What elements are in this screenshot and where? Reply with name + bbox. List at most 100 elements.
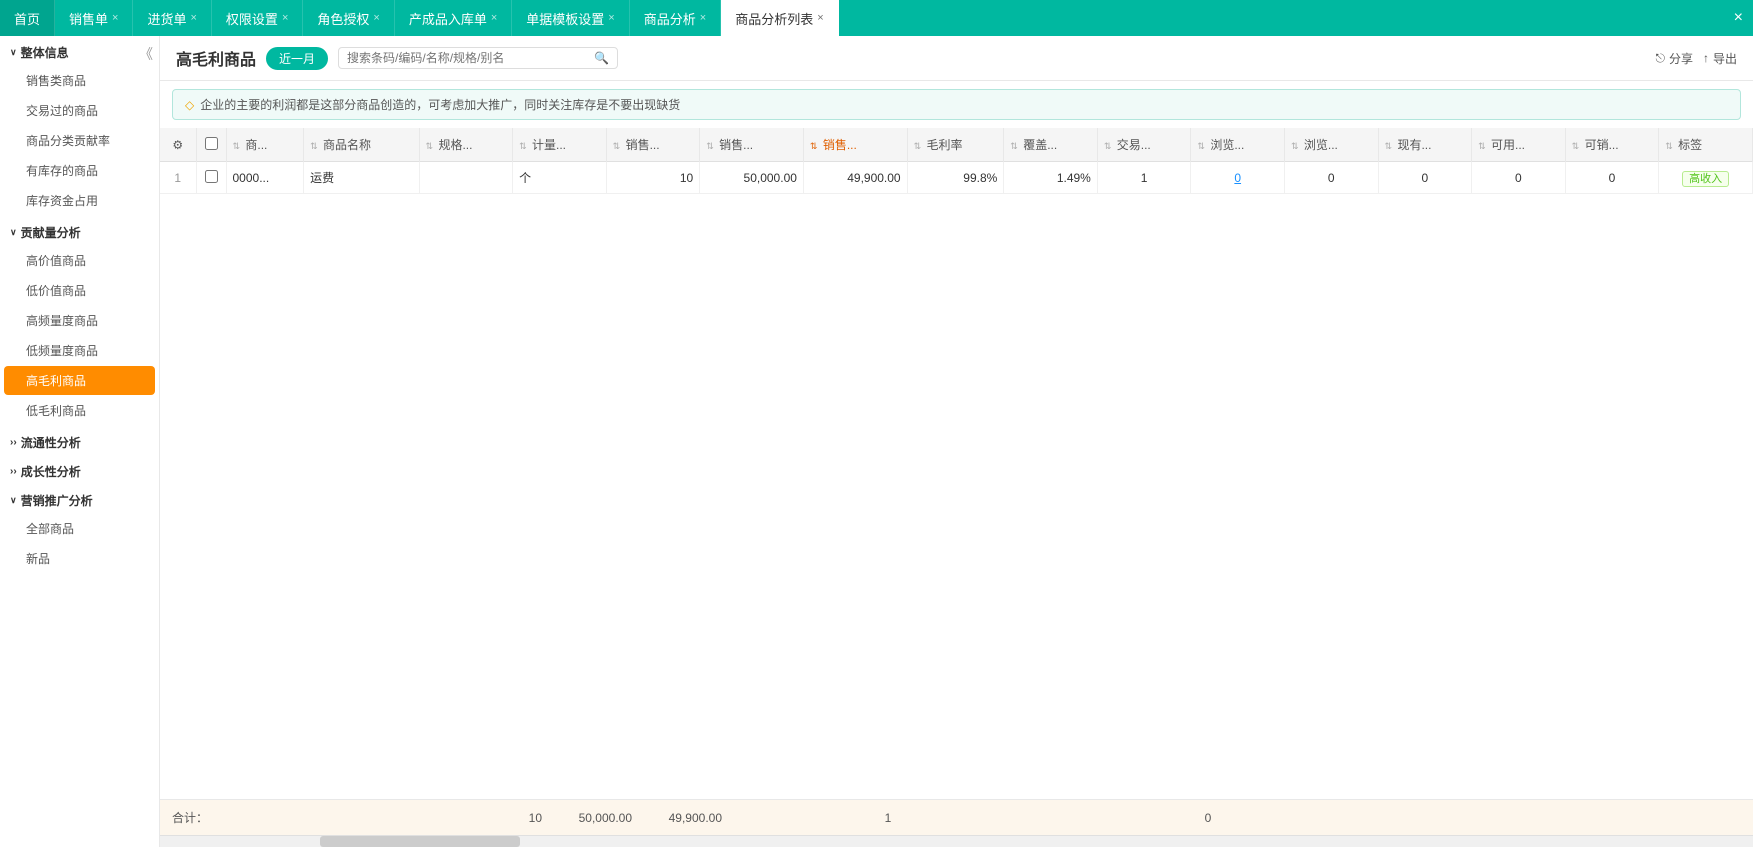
sort-icon-sales-amount: ⇅ <box>706 141 714 151</box>
search-input[interactable] <box>347 51 590 65</box>
nav-close-product-analysis-list[interactable]: × <box>817 12 823 24</box>
sort-icon-trade-count: ⇅ <box>1104 141 1112 151</box>
col-coverage[interactable]: ⇅ 覆盖... <box>1004 128 1098 162</box>
share-icon: ⎋ <box>1655 51 1665 66</box>
cell-checkbox[interactable] <box>196 162 226 194</box>
cell-salable: 0 <box>1565 162 1659 194</box>
export-icon: ↑ <box>1703 51 1709 65</box>
cell-usable: 0 <box>1472 162 1566 194</box>
share-button[interactable]: ⎋ 分享 <box>1655 50 1693 67</box>
sidebar-item-low-freq[interactable]: 低频量度商品 <box>4 336 155 365</box>
col-browse2[interactable]: ⇅ 浏览... <box>1284 128 1378 162</box>
sidebar-item-high-value[interactable]: 高价值商品 <box>4 246 155 275</box>
col-settings[interactable]: ⚙ <box>160 128 196 162</box>
nav-product-entry[interactable]: 产成品入库单 × <box>395 0 512 36</box>
sidebar-group-flow-analysis-label: 流通性分析 <box>21 434 81 451</box>
sidebar-group-flow-analysis[interactable]: › 流通性分析 <box>0 426 159 455</box>
cell-name: 运费 <box>304 162 419 194</box>
col-salable[interactable]: ⇅ 可销... <box>1565 128 1659 162</box>
sidebar-collapse-btn[interactable]: 《 <box>139 44 153 64</box>
footer-cell-salesqty <box>228 811 488 825</box>
col-spec[interactable]: ⇅ 规格... <box>419 128 513 162</box>
cell-unit: 个 <box>513 162 607 194</box>
footer-trade-count-val: 1 <box>848 811 928 825</box>
nav-close-role-permission[interactable]: × <box>373 12 379 24</box>
sidebar-group-overall-info[interactable]: 整体信息 <box>0 36 159 65</box>
nav-sales-order[interactable]: 销售单 × <box>55 0 133 36</box>
nav-close-sales-order[interactable]: × <box>112 12 118 24</box>
select-all-checkbox[interactable] <box>205 137 218 150</box>
cell-available: 0 <box>1378 162 1472 194</box>
cell-sales-amount: 50,000.00 <box>700 162 804 194</box>
col-trade-count[interactable]: ⇅ 交易... <box>1097 128 1191 162</box>
nav-close-purchase[interactable]: × <box>190 12 196 24</box>
col-margin-rate[interactable]: ⇅ 毛利率 <box>907 128 1004 162</box>
sidebar-item-low-value[interactable]: 低价值商品 <box>4 276 155 305</box>
nav-close-product-analysis[interactable]: × <box>700 12 706 24</box>
col-usable[interactable]: ⇅ 可用... <box>1472 128 1566 162</box>
footer-sales-amount-val: 50,000.00 <box>548 811 638 825</box>
col-sales-cost[interactable]: ⇅ 销售... <box>803 128 907 162</box>
footer-bar: 合计： 10 50,000.00 49,900.00 1 0 <box>160 799 1753 835</box>
nav-purchase[interactable]: 进货单 × <box>133 0 211 36</box>
export-button[interactable]: ↑ 导出 <box>1703 50 1737 67</box>
nav-permission-setup[interactable]: 权限设置 × <box>212 0 303 36</box>
sidebar-item-stock-capital[interactable]: 库存资金占用 <box>4 186 155 215</box>
nav-close-order-template[interactable]: × <box>608 12 614 24</box>
col-sales-amount[interactable]: ⇅ 销售... <box>700 128 804 162</box>
window-close-button[interactable]: × <box>1734 9 1743 27</box>
scrollbar-thumb[interactable] <box>320 836 520 847</box>
nav-home[interactable]: 首页 <box>0 0 55 36</box>
footer-browse2-val <box>928 811 1008 825</box>
col-available[interactable]: ⇅ 现有... <box>1378 128 1472 162</box>
sidebar-item-high-margin[interactable]: 高毛利商品 <box>4 366 155 395</box>
info-banner: ◇ 企业的主要的利润都是这部分商品创造的，可考虑加大推广，同时关注库存是不要出现… <box>172 89 1741 120</box>
sort-icon-sales-qty: ⇅ <box>613 141 621 151</box>
header-actions: ⎋ 分享 ↑ 导出 <box>1655 50 1737 67</box>
col-browse1[interactable]: ⇅ 浏览... <box>1191 128 1285 162</box>
cell-tag: 高收入 <box>1659 162 1753 194</box>
sidebar-group-overall-info-label: 整体信息 <box>21 44 69 61</box>
sidebar-group-growth-analysis[interactable]: › 成长性分析 <box>0 455 159 484</box>
nav-product-analysis-list[interactable]: 商品分析列表 × <box>721 0 838 36</box>
cell-browse1[interactable]: 0 <box>1191 162 1285 194</box>
sort-icon: ⇅ <box>233 141 241 151</box>
cell-spec <box>419 162 513 194</box>
sidebar-item-in-stock-goods[interactable]: 有库存的商品 <box>4 156 155 185</box>
footer-margin-empty <box>728 811 848 825</box>
sidebar-group-wealth-analysis[interactable]: 贡献量分析 <box>0 216 159 245</box>
footer-usable-empty <box>1088 811 1168 825</box>
row-checkbox[interactable] <box>205 170 218 183</box>
scrollbar-container <box>160 835 1753 847</box>
sort-icon-salable: ⇅ <box>1572 141 1580 151</box>
sort-icon-margin-rate: ⇅ <box>914 141 922 151</box>
cell-sales-cost: 49,900.00 <box>803 162 907 194</box>
sort-icon-available: ⇅ <box>1385 141 1393 151</box>
sort-icon-browse2: ⇅ <box>1291 141 1299 151</box>
col-code[interactable]: ⇅ 商... <box>226 128 304 162</box>
cell-margin-rate: 99.8% <box>907 162 1004 194</box>
sidebar-item-new-goods[interactable]: 新品 <box>4 544 155 573</box>
sidebar-group-marketing-analysis[interactable]: 营销推广分析 <box>0 484 159 513</box>
sidebar-item-traded-goods[interactable]: 交易过的商品 <box>4 96 155 125</box>
search-icon[interactable]: 🔍 <box>594 51 609 65</box>
sidebar-item-goods-contrib-rate[interactable]: 商品分类贡献率 <box>4 126 155 155</box>
sidebar-item-all-goods[interactable]: 全部商品 <box>4 514 155 543</box>
tag-badge: 高收入 <box>1682 171 1729 187</box>
sort-icon-usable: ⇅ <box>1478 141 1486 151</box>
nav-close-permission-setup[interactable]: × <box>282 12 288 24</box>
nav-product-analysis[interactable]: 商品分析 × <box>630 0 721 36</box>
sidebar-item-high-freq[interactable]: 高频量度商品 <box>4 306 155 335</box>
sidebar-item-low-margin[interactable]: 低毛利商品 <box>4 396 155 425</box>
col-name[interactable]: ⇅ 商品名称 <box>304 128 419 162</box>
col-tag[interactable]: ⇅ 标签 <box>1659 128 1753 162</box>
filter-recent-month[interactable]: 近一月 <box>266 47 328 70</box>
col-sales-qty[interactable]: ⇅ 销售... <box>606 128 700 162</box>
nav-role-permission[interactable]: 角色授权 × <box>303 0 394 36</box>
col-unit[interactable]: ⇅ 计量... <box>513 128 607 162</box>
sidebar-item-sales-goods[interactable]: 销售类商品 <box>4 66 155 95</box>
nav-order-template[interactable]: 单据模板设置 × <box>512 0 629 36</box>
footer-total-label: 合计： <box>172 809 208 826</box>
nav-close-product-entry[interactable]: × <box>491 12 497 24</box>
footer-sales-qty-val: 10 <box>488 811 548 825</box>
